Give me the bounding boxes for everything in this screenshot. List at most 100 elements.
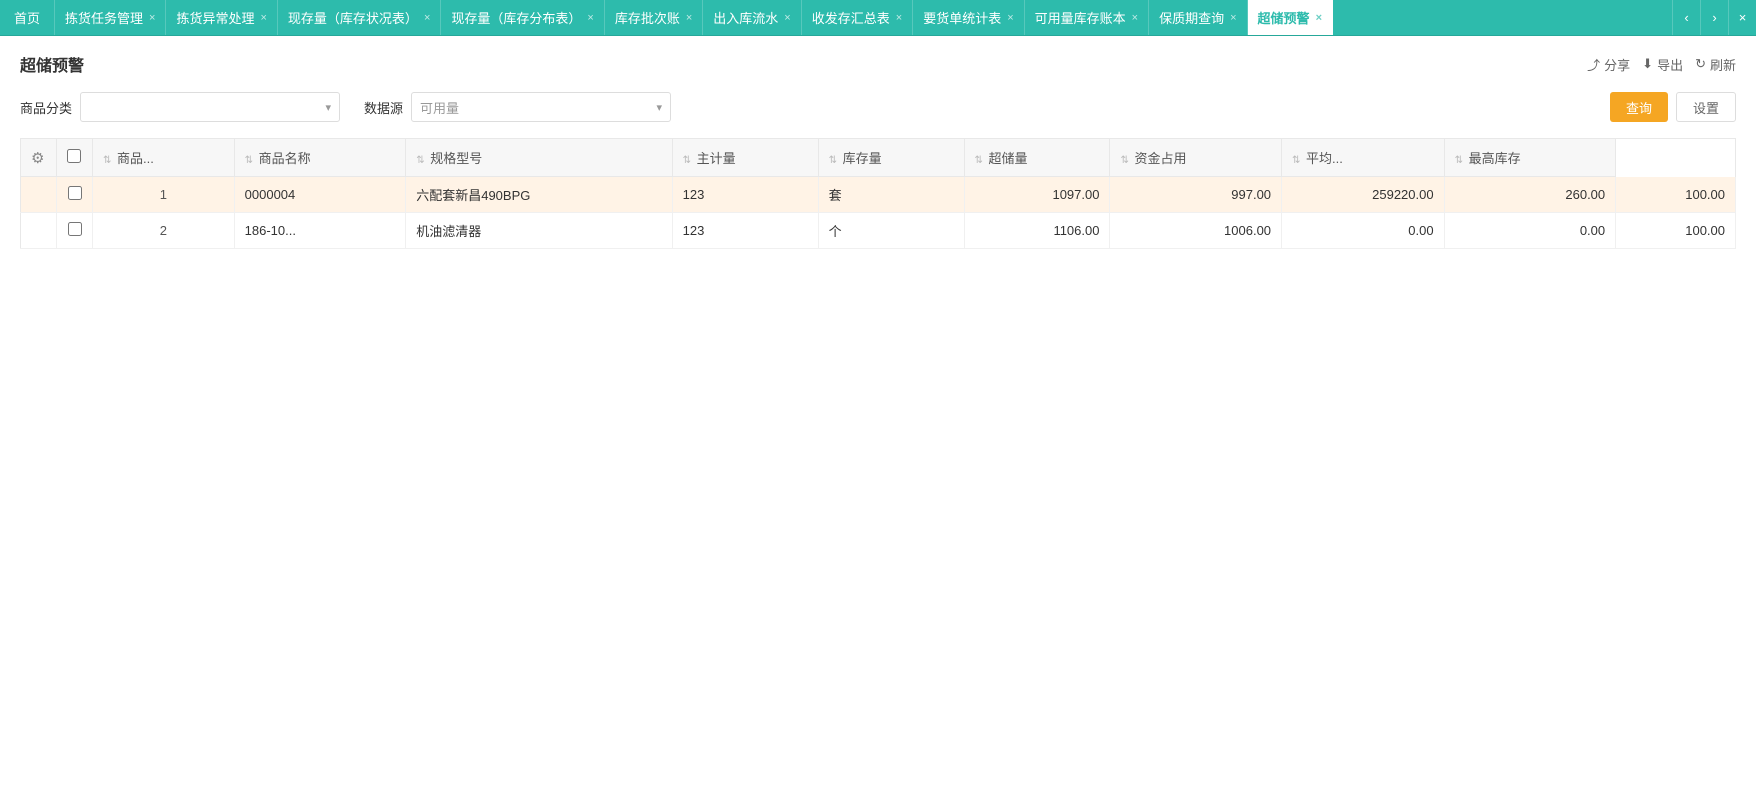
settings-button[interactable]: 设置 bbox=[1676, 92, 1736, 122]
row-spec-1: 123 bbox=[672, 213, 818, 249]
row-stock-1: 1106.00 bbox=[964, 213, 1110, 249]
close-tab-0[interactable]: × bbox=[149, 12, 155, 24]
datasource-label: 数据源 bbox=[364, 98, 403, 117]
sort-avg-icon[interactable]: ⇅ bbox=[1292, 155, 1300, 166]
category-select[interactable]: ▾ bbox=[80, 92, 340, 122]
nav-close-button[interactable]: × bbox=[1728, 0, 1756, 36]
sort-maxstock-icon[interactable]: ⇅ bbox=[1455, 155, 1463, 166]
row-avg-1: 0.00 bbox=[1444, 213, 1616, 249]
sort-stock-icon[interactable]: ⇅ bbox=[829, 155, 837, 166]
close-tab-3[interactable]: × bbox=[587, 12, 593, 24]
nav-tab-6[interactable]: 收发存汇总表 × bbox=[802, 0, 913, 35]
row-maxstock-0: 100.00 bbox=[1616, 177, 1736, 213]
nav-next-button[interactable]: › bbox=[1700, 0, 1728, 36]
page-header: 超储预警 ⤴ 分享 ⬇ 导出 ↻ 刷新 bbox=[20, 52, 1736, 76]
row-checkbox-1[interactable] bbox=[68, 222, 82, 236]
nav-tab-9[interactable]: 保质期查询 × bbox=[1149, 0, 1247, 35]
nav-tab-3[interactable]: 现存量（库存分布表） × bbox=[441, 0, 604, 35]
category-filter-group: 商品分类 ▾ bbox=[20, 92, 340, 122]
col-overstock-header: ⇅ 超储量 bbox=[964, 139, 1110, 177]
nav-tab-5[interactable]: 出入库流水 × bbox=[703, 0, 801, 35]
nav-tab-8[interactable]: 可用量库存账本 × bbox=[1025, 0, 1149, 35]
row-capital-1: 0.00 bbox=[1282, 213, 1445, 249]
datasource-dropdown-arrow: ▾ bbox=[657, 101, 663, 114]
nav-prev-button[interactable]: ‹ bbox=[1672, 0, 1700, 36]
row-spec-0: 123 bbox=[672, 177, 818, 213]
row-unit-1: 个 bbox=[818, 213, 964, 249]
nav-tab-1[interactable]: 拣货异常处理 × bbox=[166, 0, 277, 35]
export-button[interactable]: ⬇ 导出 bbox=[1642, 55, 1683, 74]
sort-unit-icon[interactable]: ⇅ bbox=[683, 155, 691, 166]
datasource-filter-group: 数据源 可用量 ▾ bbox=[364, 92, 671, 122]
share-button[interactable]: ⤴ 分享 bbox=[1587, 55, 1630, 74]
share-icon: ⤴ bbox=[1587, 55, 1600, 74]
export-icon: ⬇ bbox=[1642, 56, 1653, 72]
row-num-0: 1 bbox=[93, 177, 235, 213]
close-tab-9[interactable]: × bbox=[1230, 12, 1236, 24]
table-row: 2 186-10... 机油滤清器 123 个 1106.00 1006.00 … bbox=[21, 213, 1736, 249]
sort-capital-icon[interactable]: ⇅ bbox=[1120, 155, 1128, 166]
filter-row: 商品分类 ▾ 数据源 可用量 ▾ 查询 设置 bbox=[20, 92, 1736, 122]
row-unit-0: 套 bbox=[818, 177, 964, 213]
col-code-header: ⇅ 商品... bbox=[93, 139, 235, 177]
nav-tab-4[interactable]: 库存批次账 × bbox=[605, 0, 703, 35]
header-actions: ⤴ 分享 ⬇ 导出 ↻ 刷新 bbox=[1587, 55, 1736, 74]
row-name-1: 机油滤清器 bbox=[406, 213, 672, 249]
row-maxstock-1: 100.00 bbox=[1616, 213, 1736, 249]
sort-code-icon[interactable]: ⇅ bbox=[103, 155, 111, 166]
row-checkbox-0[interactable] bbox=[68, 186, 82, 200]
close-tab-7[interactable]: × bbox=[1007, 12, 1013, 24]
row-checkbox-cell bbox=[57, 213, 93, 249]
row-overstock-1: 1006.00 bbox=[1110, 213, 1282, 249]
close-tab-5[interactable]: × bbox=[784, 12, 790, 24]
data-table: ⚙ ⇅ 商品... ⇅ 商品名称 ⇅ 规格型号 ⇅ bbox=[20, 138, 1736, 249]
row-num-1: 2 bbox=[93, 213, 235, 249]
col-unit-header: ⇅ 主计量 bbox=[672, 139, 818, 177]
refresh-button[interactable]: ↻ 刷新 bbox=[1695, 55, 1736, 74]
sort-name-icon[interactable]: ⇅ bbox=[245, 155, 253, 166]
nav-tab-7[interactable]: 要货单统计表 × bbox=[913, 0, 1024, 35]
table-gear-icon[interactable]: ⚙ bbox=[31, 150, 44, 167]
close-tab-6[interactable]: × bbox=[896, 12, 902, 24]
row-avg-0: 260.00 bbox=[1444, 177, 1616, 213]
nav-tab-10[interactable]: 超储预警 × bbox=[1248, 0, 1333, 35]
col-settings-header: ⚙ bbox=[21, 139, 57, 177]
col-name-header: ⇅ 商品名称 bbox=[234, 139, 406, 177]
nav-arrows: ‹ › × bbox=[1672, 0, 1756, 36]
col-spec-header: ⇅ 规格型号 bbox=[406, 139, 672, 177]
select-all-checkbox[interactable] bbox=[67, 149, 81, 163]
row-code-0: 0000004 bbox=[234, 177, 406, 213]
row-overstock-0: 997.00 bbox=[1110, 177, 1282, 213]
page-title: 超储预警 bbox=[20, 52, 84, 76]
nav-home[interactable]: 首页 bbox=[0, 0, 55, 35]
close-tab-2[interactable]: × bbox=[424, 12, 430, 24]
row-capital-0: 259220.00 bbox=[1282, 177, 1445, 213]
query-button[interactable]: 查询 bbox=[1610, 92, 1668, 122]
close-tab-4[interactable]: × bbox=[686, 12, 692, 24]
row-settings-cell bbox=[21, 213, 57, 249]
close-tab-8[interactable]: × bbox=[1132, 12, 1138, 24]
refresh-icon: ↻ bbox=[1695, 56, 1706, 72]
category-label: 商品分类 bbox=[20, 98, 72, 117]
filter-action-buttons: 查询 设置 bbox=[1610, 92, 1736, 122]
close-tab-1[interactable]: × bbox=[260, 12, 266, 24]
sort-overstock-icon[interactable]: ⇅ bbox=[975, 155, 983, 166]
category-dropdown-arrow: ▾ bbox=[325, 101, 331, 114]
table-header-row: ⚙ ⇅ 商品... ⇅ 商品名称 ⇅ 规格型号 ⇅ bbox=[21, 139, 1736, 177]
sort-spec-icon[interactable]: ⇅ bbox=[416, 155, 424, 166]
nav-tab-0[interactable]: 拣货任务管理 × bbox=[55, 0, 166, 35]
close-tab-10[interactable]: × bbox=[1316, 12, 1322, 24]
col-stock-header: ⇅ 库存量 bbox=[818, 139, 964, 177]
row-settings-cell bbox=[21, 177, 57, 213]
datasource-select[interactable]: 可用量 ▾ bbox=[411, 92, 671, 122]
row-code-1: 186-10... bbox=[234, 213, 406, 249]
col-avg-header: ⇅ 平均... bbox=[1282, 139, 1445, 177]
col-maxstock-header: ⇅ 最高库存 bbox=[1444, 139, 1616, 177]
row-name-0: 六配套新昌490BPG bbox=[406, 177, 672, 213]
table-row: 1 0000004 六配套新昌490BPG 123 套 1097.00 997.… bbox=[21, 177, 1736, 213]
col-capital-header: ⇅ 资金占用 bbox=[1110, 139, 1282, 177]
page-content: 超储预警 ⤴ 分享 ⬇ 导出 ↻ 刷新 商品分类 ▾ 数据源 bbox=[0, 36, 1756, 800]
col-checkbox-header bbox=[57, 139, 93, 177]
nav-tab-2[interactable]: 现存量（库存状况表） × bbox=[278, 0, 441, 35]
row-stock-0: 1097.00 bbox=[964, 177, 1110, 213]
